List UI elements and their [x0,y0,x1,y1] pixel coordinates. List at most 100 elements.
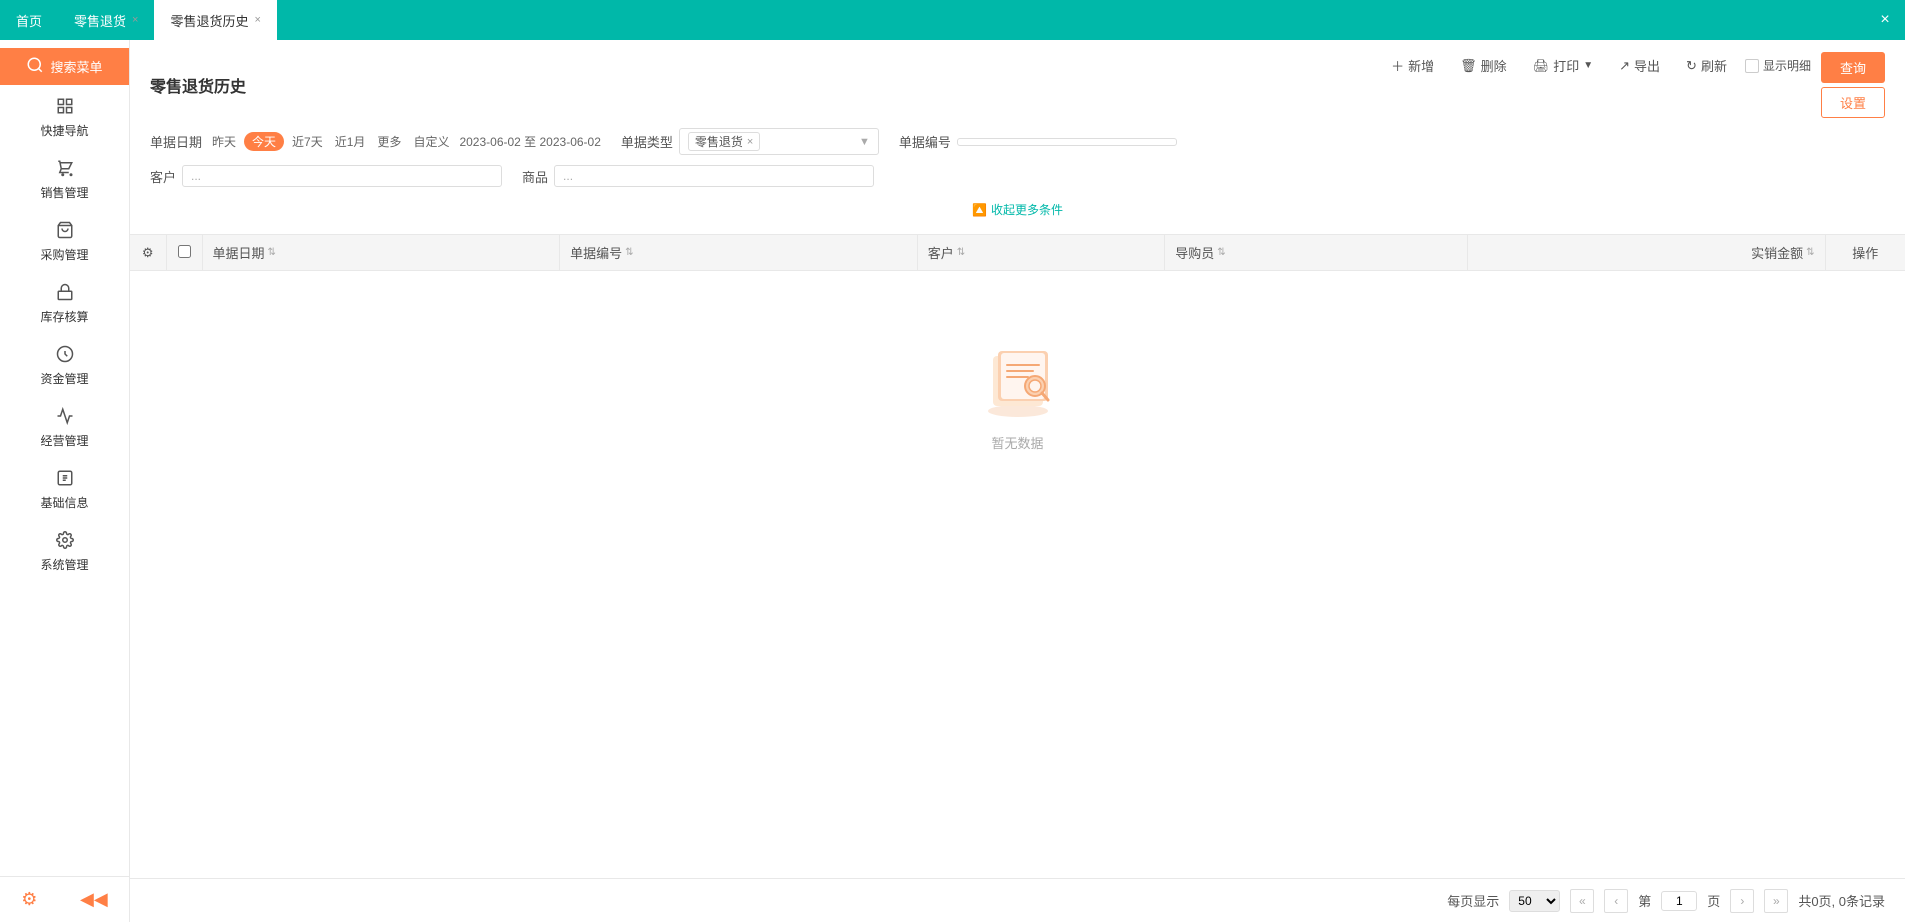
collapse-button[interactable]: 🔼 收起更多条件 [972,201,1063,218]
doc-type-label: 单据类型 [621,132,673,151]
sort-customer-icon: ⇅ [957,247,965,258]
main-content: 零售退货历史 ＋ 新增 🗑 删除 🖨 打印 [130,40,1905,922]
print-arrow: ▼ [1583,60,1593,71]
sidebar-item-funds[interactable]: 资金管理 [0,333,129,395]
sidebar-bottom: ⚙ ◀◀ [0,876,129,922]
export-icon: ↗ [1619,58,1630,74]
top-bar: 首页 零售退货 × 零售退货历史 × × [0,0,1905,40]
page-input[interactable] [1661,891,1697,911]
sidebar-item-purchase[interactable]: 采购管理 [0,209,129,271]
th-settings[interactable]: ⚙ [130,235,166,271]
main-layout: 搜索菜单 快捷导航 销售管理 采购管理 库存核算 [0,40,1905,922]
sidebar-item-system-label: 系统管理 [40,556,88,573]
sort-amount-icon: ⇅ [1806,247,1814,258]
date-btn-custom[interactable]: 自定义 [409,132,453,151]
th-amount[interactable]: 实销金额 ⇅ [1467,235,1825,271]
export-button[interactable]: ↗ 导出 [1611,52,1668,79]
new-button[interactable]: ＋ 新增 [1383,52,1442,79]
tab-retail-return-history-close[interactable]: × [254,14,260,26]
doc-type-selector[interactable]: 零售退货 × ▼ [679,128,879,155]
prev-page-button[interactable]: ‹ [1604,889,1628,913]
export-label: 导出 [1634,56,1660,75]
date-btn-1month[interactable]: 近1月 [331,132,370,151]
th-doc-date[interactable]: 单据日期 ⇅ [202,235,560,271]
sidebar-item-inventory-label: 库存核算 [40,308,88,325]
th-action: 操作 [1825,235,1905,271]
tab-retail-return-close[interactable]: × [132,14,138,26]
date-btn-yesterday[interactable]: 昨天 [208,132,240,151]
product-input[interactable]: ... [554,165,874,187]
display-toggle[interactable]: 显示明细 [1745,57,1811,74]
next-page-button[interactable]: › [1730,889,1754,913]
collapse-icon: 🔼 [972,203,987,217]
sidebar-item-system[interactable]: 系统管理 [0,519,129,581]
delete-label: 删除 [1481,56,1507,75]
query-button[interactable]: 查询 [1821,52,1885,83]
operations-icon [56,407,74,428]
settings-button[interactable]: 设置 [1821,87,1885,118]
toolbar: ＋ 新增 🗑 删除 🖨 打印 ▼ ↗ [1383,52,1811,79]
sort-doc-number-icon: ⇅ [625,247,633,258]
sidebar-item-sales[interactable]: 销售管理 [0,147,129,209]
tab-home-label: 首页 [16,11,42,30]
customer-input[interactable]: ... [182,165,502,187]
sidebar-item-quick-nav[interactable]: 快捷导航 [0,85,129,147]
delete-button[interactable]: 🗑 删除 [1452,52,1515,79]
refresh-icon: ↻ [1686,58,1697,74]
total-label: 共0页, 0条记录 [1798,891,1885,910]
sort-doc-date-icon: ⇅ [268,247,276,258]
table-settings-icon[interactable]: ⚙ [142,245,154,260]
sidebar-item-quick-nav-label: 快捷导航 [40,122,88,139]
refresh-label: 刷新 [1701,56,1727,75]
window-close-button[interactable]: × [1865,0,1905,40]
date-range-value: 2023-06-02 至 2023-06-02 [459,133,600,150]
select-all-checkbox[interactable] [178,245,191,258]
settings-icon[interactable]: ⚙ [21,889,37,910]
doc-number-input[interactable] [957,138,1177,146]
sidebar-item-operations[interactable]: 经营管理 [0,395,129,457]
tab-home[interactable]: 首页 [0,0,58,40]
doc-type-dropdown-icon: ▼ [859,136,870,148]
doc-type-tag-close[interactable]: × [747,136,753,148]
delete-icon: 🗑 [1460,58,1477,74]
page-label: 第 [1638,891,1651,910]
search-icon [26,56,44,77]
volume-icon[interactable]: ◀◀ [80,889,108,910]
tab-retail-return-label: 零售退货 [74,11,126,30]
th-doc-number[interactable]: 单据编号 ⇅ [560,235,918,271]
sidebar-item-basic-info[interactable]: 基础信息 [0,457,129,519]
new-label: 新增 [1408,56,1434,75]
date-range-buttons: 昨天 今天 近7天 近1月 更多 自定义 [208,132,453,151]
data-table: ⚙ 单据日期 ⇅ [130,235,1905,271]
customer-label: 客户 [150,167,176,186]
tab-retail-return[interactable]: 零售退货 × [58,0,154,40]
last-page-button[interactable]: » [1764,889,1788,913]
pagination: 每页显示 10 20 50 100 « ‹ 第 页 › » 共0页, 0条记录 [130,878,1905,922]
quick-nav-icon [56,97,74,118]
page-header: 零售退货历史 ＋ 新增 🗑 删除 🖨 打印 [130,40,1905,235]
th-customer[interactable]: 客户 ⇅ [917,235,1164,271]
per-page-select[interactable]: 10 20 50 100 [1509,890,1560,912]
date-btn-7days[interactable]: 近7天 [288,132,327,151]
print-button[interactable]: 🖨 打印 ▼ [1525,52,1601,79]
display-label: 显示明细 [1763,57,1811,74]
first-page-button[interactable]: « [1570,889,1594,913]
refresh-button[interactable]: ↻ 刷新 [1678,52,1735,79]
date-btn-today[interactable]: 今天 [244,132,284,151]
th-checkbox[interactable] [166,235,202,271]
sidebar-search[interactable]: 搜索菜单 [0,48,129,85]
product-dots: ... [563,169,573,183]
table-wrapper: ⚙ 单据日期 ⇅ [130,235,1905,878]
date-btn-more[interactable]: 更多 [373,132,405,151]
filter-doc-date: 单据日期 昨天 今天 近7天 近1月 更多 自定义 2023-06-02 至 2… [150,132,601,151]
empty-state: 暂无数据 [130,271,1905,512]
display-checkbox[interactable] [1745,59,1759,73]
query-settings-group: 查询 设置 [1821,52,1885,118]
collapse-label: 收起更多条件 [991,201,1063,218]
sidebar-search-label: 搜索菜单 [50,57,102,76]
tab-retail-return-history[interactable]: 零售退货历史 × [154,0,276,40]
sidebar: 搜索菜单 快捷导航 销售管理 采购管理 库存核算 [0,40,130,922]
th-guide[interactable]: 导购员 ⇅ [1165,235,1468,271]
sidebar-item-sales-label: 销售管理 [40,184,88,201]
sidebar-item-inventory[interactable]: 库存核算 [0,271,129,333]
